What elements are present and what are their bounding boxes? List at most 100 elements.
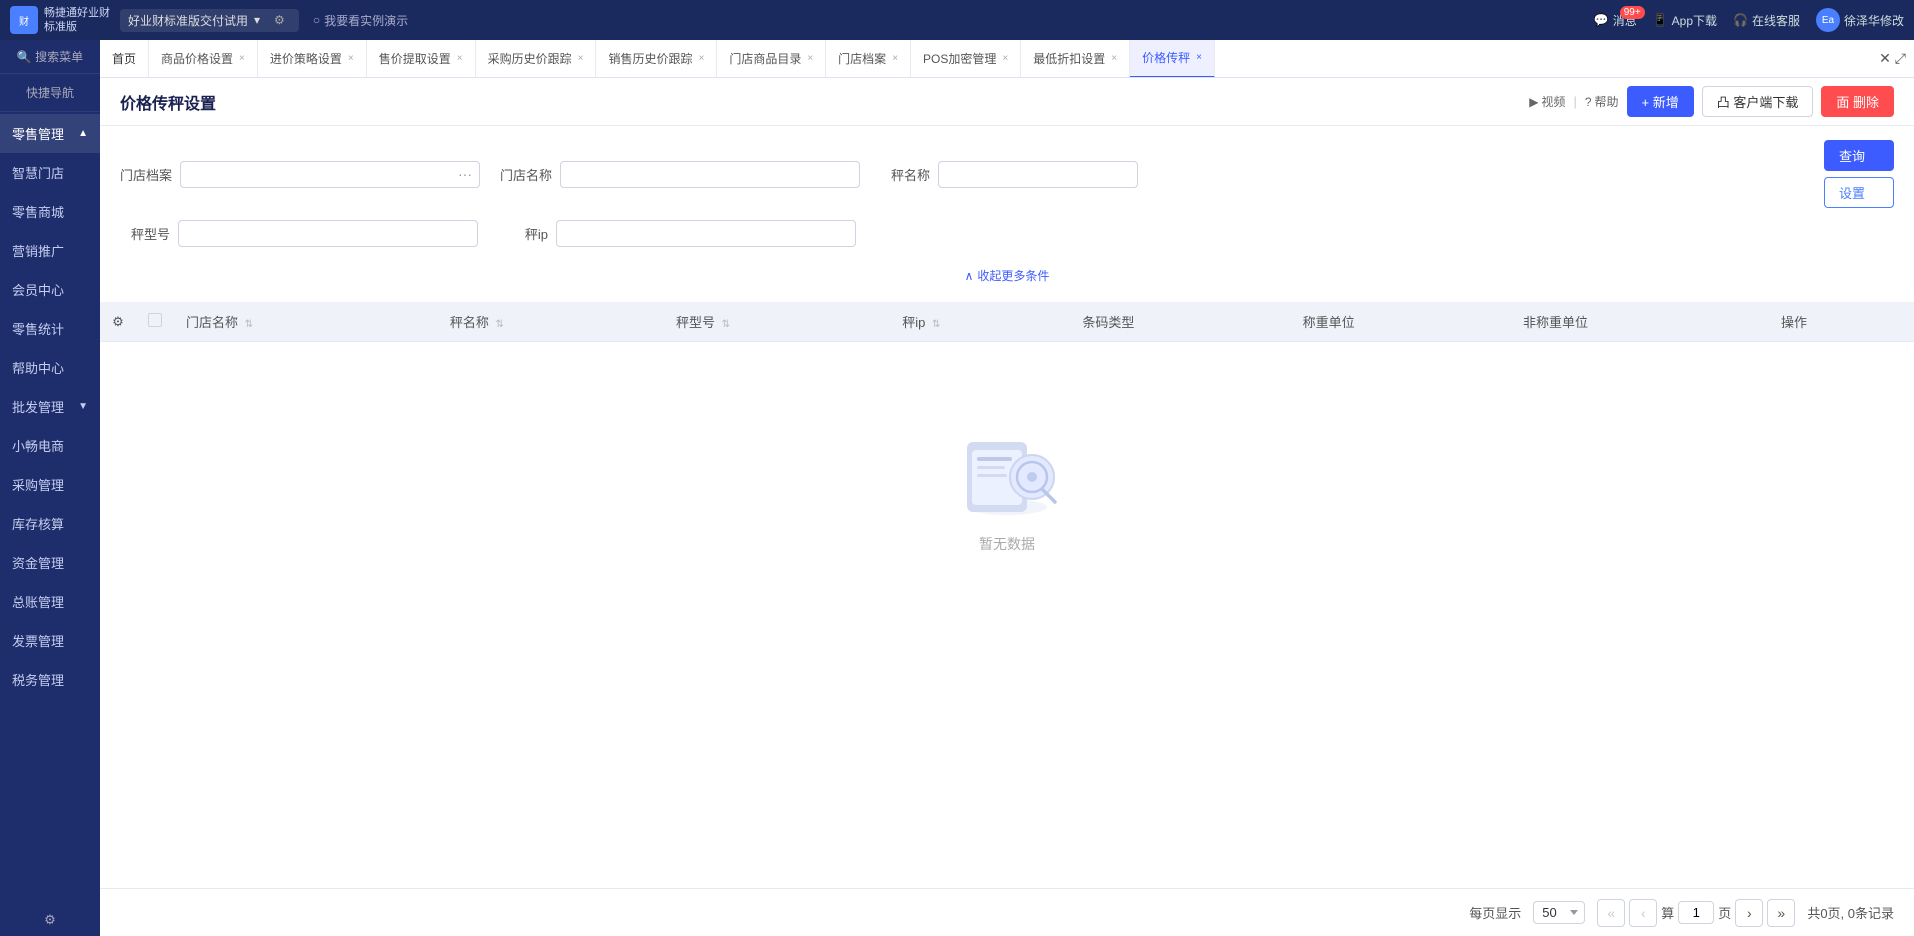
col-settings[interactable]: ⚙ (100, 302, 136, 342)
scale-name-input[interactable] (938, 161, 1138, 188)
next-page-button[interactable]: › (1735, 899, 1763, 927)
tab-close-purchase-strategy[interactable]: × (348, 53, 354, 64)
sidebar-item-help-center[interactable]: 帮助中心 (0, 348, 100, 387)
delete-button[interactable]: 面 删除 (1821, 86, 1894, 117)
tab-sale-extract-label: 售价提取设置 (379, 50, 451, 67)
sort-scale-name-icon[interactable]: ⇅ (496, 319, 504, 330)
sidebar-item-retail-mgmt[interactable]: 零售管理 ▲ (0, 114, 100, 153)
settings-filter-button[interactable]: 设置 (1824, 177, 1894, 208)
tab-sale-extract[interactable]: 售价提取设置 × (367, 40, 476, 78)
scale-model-input[interactable] (178, 220, 478, 247)
tab-purchase-history[interactable]: 采购历史价跟踪 × (476, 40, 597, 78)
tab-close-min-discount[interactable]: × (1111, 53, 1117, 64)
tab-close-purchase-history[interactable]: × (578, 53, 584, 64)
page-unit-label: 页 (1718, 903, 1731, 922)
page-size-label: 每页显示 (1469, 903, 1521, 922)
col-check[interactable] (136, 302, 174, 342)
scale-ip-input[interactable] (556, 220, 856, 247)
demo-link[interactable]: ○ 我要看实例演示 (309, 12, 408, 29)
sort-scale-model-icon[interactable]: ⇅ (722, 319, 730, 330)
settings-gear-icon[interactable]: ⚙ (274, 13, 285, 27)
purchase-mgmt-label: 采购管理 (12, 475, 64, 494)
sidebar-settings-icon[interactable]: ⚙ (44, 912, 56, 927)
prev-page-button[interactable]: ‹ (1629, 899, 1657, 927)
tab-product-price[interactable]: 商品价格设置 × (149, 40, 258, 78)
tab-min-discount[interactable]: 最低折扣设置 × (1021, 40, 1130, 78)
tab-close-sale-extract[interactable]: × (457, 53, 463, 64)
sidebar-item-tax-mgmt[interactable]: 税务管理 (0, 660, 100, 699)
filter-footer: ∧ 收起更多条件 (120, 259, 1894, 296)
retail-stats-label: 零售统计 (12, 319, 64, 338)
message-action[interactable]: 💬 消息 99+ (1594, 12, 1637, 29)
sidebar-item-marketing[interactable]: 营销推广 (0, 231, 100, 270)
video-link[interactable]: ▶ 视频 (1529, 93, 1565, 110)
tab-store-file[interactable]: 门店档案 × (826, 40, 911, 78)
sidebar-item-finance[interactable]: 资金管理 (0, 543, 100, 582)
sidebar-item-inventory[interactable]: 库存核算 (0, 504, 100, 543)
user-name: 徐泽华修改 (1844, 12, 1904, 29)
tab-close-store-catalog[interactable]: × (807, 53, 813, 64)
tab-bar: 首页 商品价格设置 × 进价策略设置 × 售价提取设置 × 采购历史价跟踪 × (100, 40, 1914, 78)
sidebar-bottom[interactable]: ⚙ (0, 904, 100, 936)
header-checkbox[interactable] (148, 313, 162, 327)
sidebar-item-wholesale-mgmt[interactable]: 批发管理 ▼ (0, 387, 100, 426)
sidebar-search[interactable]: 🔍 搜索菜单 (0, 40, 100, 74)
app-download-action[interactable]: 📱 App下载 (1653, 12, 1717, 29)
tab-store-catalog[interactable]: 门店商品目录 × (717, 40, 826, 78)
query-button[interactable]: 查询 (1824, 140, 1894, 171)
sidebar-item-retail-mall[interactable]: 零售商城 (0, 192, 100, 231)
tab-close-sale-history[interactable]: × (698, 53, 704, 64)
quick-nav[interactable]: 快捷导航 (0, 74, 100, 112)
close-tab-icon[interactable]: ✕ (1879, 50, 1891, 67)
tab-purchase-strategy[interactable]: 进价策略设置 × (258, 40, 367, 78)
demo-label: 我要看实例演示 (324, 12, 408, 29)
user-info[interactable]: Ea 徐泽华修改 (1816, 8, 1904, 32)
tab-price-scale[interactable]: 价格传秤 × (1130, 40, 1215, 78)
sort-scale-ip-icon[interactable]: ⇅ (932, 319, 940, 330)
sidebar-item-xiaochu-ecom[interactable]: 小畅电商 (0, 426, 100, 465)
sidebar-item-purchase-mgmt[interactable]: 采购管理 (0, 465, 100, 504)
scale-ip-label: 秤ip (498, 224, 548, 243)
tab-close-pos-encryption[interactable]: × (1002, 53, 1008, 64)
tab-sale-history[interactable]: 销售历史价跟踪 × (596, 40, 717, 78)
collapse-button[interactable]: ∧ 收起更多条件 (957, 263, 1058, 288)
download-button[interactable]: 凸 客户端下载 (1702, 86, 1814, 117)
col-scale-name-label: 秤名称 (450, 315, 489, 330)
first-page-button[interactable]: « (1597, 899, 1625, 927)
sidebar-item-retail-stats[interactable]: 零售统计 (0, 309, 100, 348)
help-label: 帮助 (1595, 93, 1619, 110)
page-number-input[interactable] (1678, 901, 1714, 924)
help-center-label: 帮助中心 (12, 358, 64, 377)
demo-icon: ○ (313, 13, 320, 27)
col-scale-model-label: 秤型号 (676, 315, 715, 330)
tab-close-store-file[interactable]: × (892, 53, 898, 64)
page-size-select[interactable]: 10 20 50 100 (1533, 901, 1585, 924)
help-link[interactable]: ? 帮助 (1585, 93, 1619, 110)
quick-nav-item: 快捷导航 (0, 78, 100, 107)
sidebar-item-member[interactable]: 会员中心 (0, 270, 100, 309)
col-scale-ip: 秤ip ⇅ (890, 302, 1070, 342)
col-scale-name: 秤名称 ⇅ (438, 302, 664, 342)
tab-close-price-scale[interactable]: × (1196, 52, 1202, 63)
col-operation-label: 操作 (1781, 315, 1807, 330)
add-button[interactable]: + 新增 (1627, 86, 1694, 117)
sidebar-item-general-ledger[interactable]: 总账管理 (0, 582, 100, 621)
filter-row-1: 门店档案 ··· 门店名称 秤名称 (120, 140, 1894, 208)
retail-mgmt-label: 零售管理 (12, 124, 64, 143)
tab-purchase-history-label: 采购历史价跟踪 (488, 50, 572, 67)
sort-store-name-icon[interactable]: ⇅ (245, 319, 253, 330)
empty-state: 暂无数据 (100, 342, 1914, 634)
delete-button-label: 面 删除 (1836, 92, 1879, 111)
col-store-name-label: 门店名称 (186, 315, 238, 330)
store-name-input[interactable] (560, 161, 860, 188)
sidebar-item-invoice-mgmt[interactable]: 发票管理 (0, 621, 100, 660)
tab-home[interactable]: 首页 (100, 40, 149, 78)
store-file-input[interactable] (180, 161, 480, 188)
online-service-action[interactable]: 🎧 在线客服 (1733, 12, 1800, 29)
version-selector[interactable]: 好业财标准版交付试用 ▾ ⚙ (120, 9, 299, 32)
tab-close-product-price[interactable]: × (239, 53, 245, 64)
sidebar-item-smart-store[interactable]: 智慧门店 (0, 153, 100, 192)
expand-tab-icon[interactable]: ⤢ (1895, 50, 1906, 67)
tab-pos-encryption[interactable]: POS加密管理 × (911, 40, 1021, 78)
last-page-button[interactable]: » (1767, 899, 1795, 927)
